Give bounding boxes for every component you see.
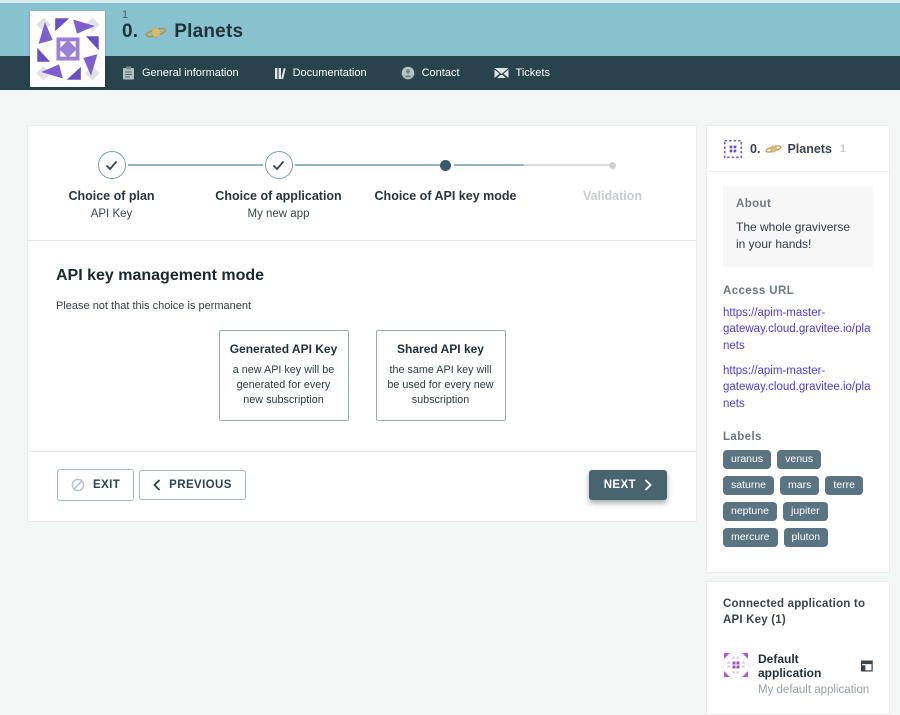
application-logo-icon bbox=[723, 652, 749, 678]
label-tag: mercure bbox=[723, 528, 778, 547]
content-area: Choice of plan API Key Choice of applica… bbox=[0, 90, 900, 715]
nav-documentation[interactable]: Documentation bbox=[273, 67, 367, 80]
step-choice-of-plan: Choice of plan API Key bbox=[28, 150, 195, 220]
label-tag: neptune bbox=[723, 502, 777, 521]
checkmark-icon bbox=[105, 160, 118, 171]
label-tag: saturne bbox=[723, 476, 774, 495]
step-label: Choice of application bbox=[215, 189, 341, 203]
step-choice-of-application: Choice of application My new app bbox=[195, 150, 362, 220]
step-label: Validation bbox=[583, 189, 642, 203]
section-note: Please not that this choice is permanent bbox=[56, 300, 668, 312]
subscription-stepper: Choice of plan API Key Choice of applica… bbox=[28, 126, 696, 240]
label-tags: uranus venus saturne mars terre neptune … bbox=[723, 450, 873, 554]
label-tag: venus bbox=[777, 450, 821, 469]
chevron-right-icon bbox=[644, 479, 652, 491]
step-done-circle bbox=[265, 151, 293, 179]
api-key-mode-options: Generated API Key a new API key will be … bbox=[56, 330, 668, 421]
label-tag: terre bbox=[825, 476, 863, 495]
label-tag: mars bbox=[780, 476, 819, 495]
api-info-card: 0. Planets 1 About Th bbox=[706, 125, 890, 573]
nav-general-information[interactable]: General information bbox=[122, 66, 239, 80]
option-description: the same API key will be used for every … bbox=[385, 363, 497, 408]
api-title-number: 0. bbox=[122, 21, 138, 43]
exit-button[interactable]: EXIT bbox=[57, 469, 134, 501]
access-url-link[interactable]: https://apim-master-gateway.cloud.gravit… bbox=[723, 363, 873, 413]
chevron-left-icon bbox=[153, 479, 161, 491]
about-text: The whole graviverse in your hands! bbox=[736, 219, 860, 253]
connected-applications-card: Connected application to API Key (1) bbox=[706, 581, 890, 715]
step-sublabel: My new app bbox=[247, 208, 309, 220]
connected-application-text: Default application My default applicati… bbox=[758, 652, 873, 696]
api-navbar: General information Documentation Contac… bbox=[0, 56, 900, 90]
previous-button[interactable]: PREVIOUS bbox=[139, 470, 246, 500]
section-heading: API key management mode bbox=[56, 267, 668, 285]
api-title-block: 1 0. Planets bbox=[122, 9, 243, 43]
nav-item-label: Contact bbox=[422, 67, 460, 79]
saturn-icon bbox=[145, 25, 167, 40]
label-tag: uranus bbox=[723, 450, 771, 469]
sidebar-api-title: 0. Planets 1 bbox=[750, 142, 846, 156]
sidebar-api-title-number: 0. bbox=[750, 142, 760, 156]
api-mini-logo-icon bbox=[723, 139, 743, 159]
person-icon bbox=[401, 66, 415, 80]
connected-applications-heading: Connected application to API Key (1) bbox=[723, 596, 873, 628]
option-generated-api-key[interactable]: Generated API Key a new API key will be … bbox=[219, 330, 349, 421]
step-label: Choice of plan bbox=[68, 189, 154, 203]
api-info-header: 0. Planets 1 bbox=[707, 126, 889, 172]
nav-item-label: Documentation bbox=[293, 67, 367, 79]
api-logo bbox=[30, 11, 105, 87]
step-done-circle bbox=[98, 151, 126, 179]
page-title: 0. Planets bbox=[122, 21, 243, 43]
option-description: a new API key will be generated for ever… bbox=[228, 363, 340, 408]
top-banner: 1 0. Planets bbox=[0, 0, 900, 56]
nav-contact[interactable]: Contact bbox=[401, 66, 460, 80]
step-pending-dot bbox=[609, 162, 616, 169]
access-url-heading: Access URL bbox=[723, 285, 873, 297]
next-button-label: NEXT bbox=[604, 479, 636, 491]
api-title-name: Planets bbox=[174, 21, 243, 43]
about-box: About The whole graviverse in your hands… bbox=[723, 186, 873, 267]
about-heading: About bbox=[736, 198, 860, 210]
step-label: Choice of API key mode bbox=[375, 189, 517, 203]
previous-button-label: PREVIOUS bbox=[169, 479, 232, 491]
connected-application-item[interactable]: Default application My default applicati… bbox=[723, 652, 873, 696]
access-url-link[interactable]: https://apim-master-gateway.cloud.gravit… bbox=[723, 305, 873, 355]
api-key-mode-section: API key management mode Please not that … bbox=[28, 241, 696, 451]
application-name: Default application bbox=[758, 652, 853, 680]
subscription-wizard-card: Choice of plan API Key Choice of applica… bbox=[27, 125, 697, 522]
nav-item-label: Tickets bbox=[516, 67, 550, 79]
app-window-icon bbox=[861, 660, 873, 672]
step-choice-of-api-key-mode: Choice of API key mode bbox=[362, 150, 529, 220]
step-current-dot bbox=[440, 160, 451, 171]
option-shared-api-key[interactable]: Shared API key the same API key will be … bbox=[376, 330, 506, 421]
connected-applications-body: Connected application to API Key (1) bbox=[707, 582, 889, 714]
checkmark-icon bbox=[272, 160, 285, 171]
application-description: My default application bbox=[758, 684, 873, 696]
nav-tickets[interactable]: Tickets bbox=[494, 67, 550, 79]
labels-heading: Labels bbox=[723, 431, 873, 443]
nav-item-label: General information bbox=[142, 67, 239, 79]
sidebar-api-title-name: Planets bbox=[787, 142, 831, 156]
next-button[interactable]: NEXT bbox=[589, 470, 667, 500]
sidebar-api-version-badge: 1 bbox=[840, 143, 846, 155]
books-icon bbox=[273, 67, 286, 80]
label-tag: pluton bbox=[784, 528, 829, 547]
block-icon bbox=[71, 478, 85, 492]
page: 1 0. Planets bbox=[0, 0, 900, 588]
option-title: Generated API Key bbox=[228, 342, 340, 356]
send-icon bbox=[494, 67, 509, 79]
exit-button-label: EXIT bbox=[93, 479, 120, 491]
step-validation: Validation bbox=[529, 150, 696, 220]
clipboard-icon bbox=[122, 66, 135, 80]
sidebar: 0. Planets 1 About Th bbox=[706, 125, 890, 715]
step-sublabel: API Key bbox=[91, 208, 133, 220]
option-title: Shared API key bbox=[385, 342, 497, 356]
gravitee-pinwheel-icon bbox=[36, 17, 100, 81]
saturn-icon bbox=[765, 143, 782, 155]
api-version-badge: 1 bbox=[122, 9, 243, 21]
wizard-footer: EXIT PREVIOUS NEXT bbox=[28, 451, 696, 521]
api-info-body: About The whole graviverse in your hands… bbox=[707, 172, 889, 572]
label-tag: jupiter bbox=[783, 502, 828, 521]
